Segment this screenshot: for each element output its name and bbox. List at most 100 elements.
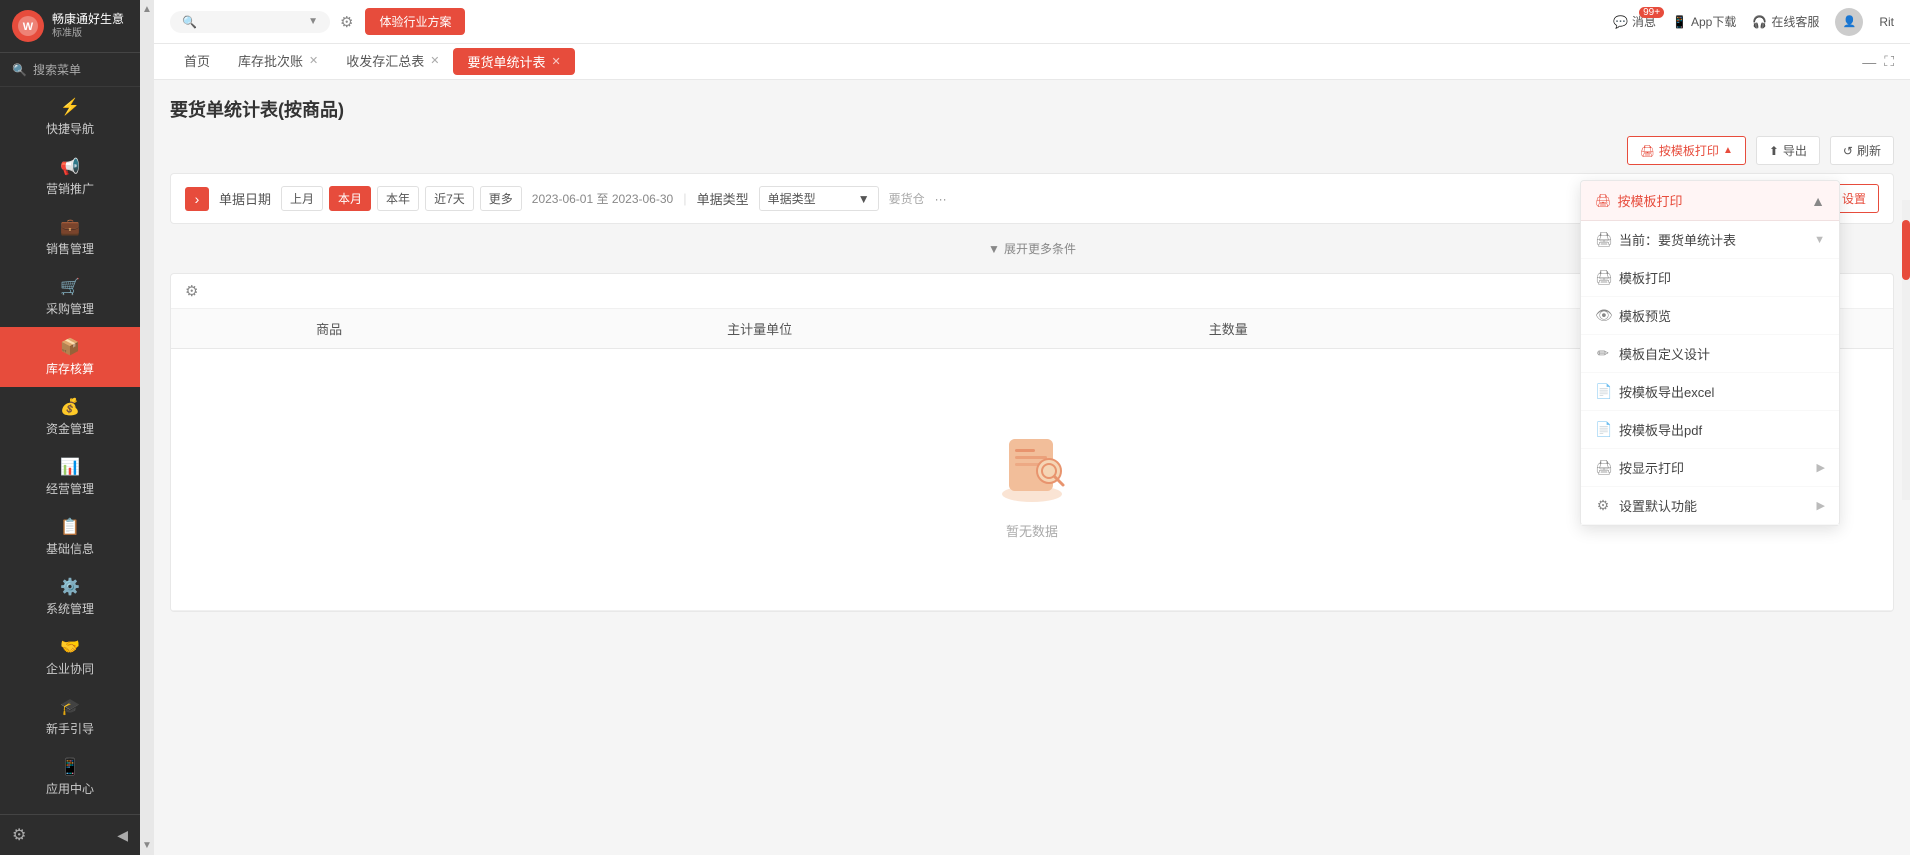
export-label: 导出 xyxy=(1783,142,1807,159)
svg-text:W: W xyxy=(23,21,34,33)
printer-dropdown-icon: 🖨 xyxy=(1595,193,1612,209)
sidebar: W 畅康通好生意 标准版 🔍 搜索菜单 ⚡ 快捷导航 📢 营销推广 💼 销售管理… xyxy=(0,0,140,855)
finance-label: 资金管理 xyxy=(46,420,94,437)
sidebar-item-new-guide[interactable]: 🎓 新手引导 xyxy=(0,687,140,747)
online-service-link[interactable]: 🎧 在线客服 xyxy=(1752,13,1819,30)
scroll-up-icon[interactable]: ▲ xyxy=(142,4,152,15)
filter-expand-button[interactable]: › xyxy=(185,187,209,211)
logo-brand-name: 畅康通好生意 xyxy=(52,12,124,28)
date-btn-last-month[interactable]: 上月 xyxy=(281,186,323,211)
sidebar-item-sales[interactable]: 💼 销售管理 xyxy=(0,207,140,267)
export-button[interactable]: ⬆ 导出 xyxy=(1756,136,1820,165)
header-gear-button[interactable]: ⚙ xyxy=(340,13,353,31)
dropdown-header: 🖨 按模板打印 ▲ xyxy=(1581,181,1839,221)
global-search-bar[interactable]: 🔍 ▼ xyxy=(170,11,330,33)
tab-order-stats-close[interactable]: ✕ xyxy=(552,55,561,68)
scroll-down-icon[interactable]: ▼ xyxy=(142,840,152,851)
search-bar-icon: 🔍 xyxy=(182,15,197,29)
search-icon: 🔍 xyxy=(12,63,27,77)
page-title: 要货单统计表(按商品) xyxy=(170,96,1894,122)
order-type-select[interactable]: 单据类型 ▼ xyxy=(759,186,879,211)
settings-footer-icon[interactable]: ⚙ xyxy=(12,825,26,845)
date-btn-this-month[interactable]: 本月 xyxy=(329,186,371,211)
app-download-link[interactable]: 📱 App下载 xyxy=(1672,13,1736,30)
tabs-bar: 首页 库存批次账 ✕ 收发存汇总表 ✕ 要货单统计表 ✕ — ⛶ xyxy=(154,44,1910,80)
dropdown-close-button[interactable]: ▲ xyxy=(1811,193,1825,209)
sidebar-item-wechat[interactable]: 💬 企业微信 xyxy=(0,807,140,814)
dropdown-item-set-default[interactable]: ⚙ 设置默认功能 ▶ xyxy=(1581,487,1839,525)
dropdown-current-template[interactable]: 🖨 当前：要货单统计表 ▼ xyxy=(1581,221,1839,259)
tab-order-stats[interactable]: 要货单统计表 ✕ xyxy=(453,48,574,75)
date-group: 上月 本月 本年 近7天 更多 xyxy=(281,186,522,211)
export-excel-icon: 📄 xyxy=(1595,383,1611,400)
app-center-icon: 📱 xyxy=(60,757,80,777)
current-template-chevron: ▼ xyxy=(1814,234,1825,246)
dropdown-item-display-print[interactable]: 🖨 按显示打印 ▶ xyxy=(1581,449,1839,487)
dropdown-item-template-print[interactable]: 🖨 模板打印 xyxy=(1581,259,1839,297)
sidebar-item-system[interactable]: ⚙️ 系统管理 xyxy=(0,567,140,627)
export-pdf-icon: 📄 xyxy=(1595,421,1611,438)
sidebar-item-inventory[interactable]: 📦 库存核算 xyxy=(0,327,140,387)
tab-maximize-icon[interactable]: ⛶ xyxy=(1884,53,1894,70)
user-avatar[interactable]: 👤 xyxy=(1835,8,1863,36)
tab-order-stats-label: 要货单统计表 xyxy=(467,52,545,71)
export-excel-label: 按模板导出excel xyxy=(1619,382,1714,401)
template-print-button[interactable]: 🖨 按模板打印 ▲ xyxy=(1627,136,1746,165)
trial-industry-button[interactable]: 体验行业方案 xyxy=(365,8,465,35)
expand-more-button[interactable]: ▼ 展开更多条件 xyxy=(972,234,1092,263)
refresh-icon: ↺ xyxy=(1843,144,1853,158)
user-name: Rit xyxy=(1879,15,1894,29)
empty-state-text: 暂无数据 xyxy=(1006,521,1058,540)
date-btn-7days[interactable]: 近7天 xyxy=(425,186,474,211)
date-btn-this-year[interactable]: 本年 xyxy=(377,186,419,211)
tab-home[interactable]: 首页 xyxy=(170,44,224,80)
refresh-button[interactable]: ↺ 刷新 xyxy=(1830,136,1894,165)
current-template-label: 当前：要货单统计表 xyxy=(1619,230,1736,249)
right-scrollbar[interactable] xyxy=(1902,200,1910,500)
finance-icon: 💰 xyxy=(60,397,80,417)
tab-inventory-batch-close[interactable]: ✕ xyxy=(309,54,318,67)
tab-receipt-summary-close[interactable]: ✕ xyxy=(430,54,439,67)
current-template-icon: 🖨 xyxy=(1595,231,1611,248)
sidebar-item-basic-info[interactable]: 📋 基础信息 xyxy=(0,507,140,567)
app-download-icon: 📱 xyxy=(1672,15,1687,29)
sidebar-item-purchase[interactable]: 🛒 采购管理 xyxy=(0,267,140,327)
sidebar-search-menu[interactable]: 🔍 搜索菜单 xyxy=(0,53,140,87)
empty-state-icon xyxy=(987,419,1077,509)
custom-design-label: 模板自定义设计 xyxy=(1619,344,1710,363)
display-print-chevron: ▶ xyxy=(1817,461,1825,474)
dropdown-item-template-preview[interactable]: 👁 模板预览 xyxy=(1581,297,1839,335)
logo-icon: W xyxy=(12,10,44,42)
dropdown-item-export-pdf[interactable]: 📄 按模板导出pdf xyxy=(1581,411,1839,449)
message-notification[interactable]: 💬 消息 99+ xyxy=(1613,13,1656,30)
dropdown-item-export-excel[interactable]: 📄 按模板导出excel xyxy=(1581,373,1839,411)
header-right: 💬 消息 99+ 📱 App下载 🎧 在线客服 👤 Rit xyxy=(1613,8,1894,36)
sidebar-item-finance[interactable]: 💰 资金管理 xyxy=(0,387,140,447)
system-label: 系统管理 xyxy=(46,600,94,617)
sidebar-footer: ⚙ ◀ xyxy=(0,814,140,855)
marketing-label: 营销推广 xyxy=(46,180,94,197)
top-header: 🔍 ▼ ⚙ 体验行业方案 💬 消息 99+ 📱 App下载 🎧 在线客服 xyxy=(154,0,1910,44)
inventory-icon: 📦 xyxy=(60,337,80,357)
sidebar-item-quick-nav[interactable]: ⚡ 快捷导航 xyxy=(0,87,140,147)
top-action-bar: 🖨 按模板打印 ▲ ⬆ 导出 ↺ 刷新 xyxy=(170,136,1894,165)
tab-inventory-batch[interactable]: 库存批次账 ✕ xyxy=(224,44,332,80)
sidebar-item-app-center[interactable]: 📱 应用中心 xyxy=(0,747,140,807)
template-print-label: 按模板打印 xyxy=(1659,142,1719,159)
date-btn-more[interactable]: 更多 xyxy=(480,186,522,211)
collapse-sidebar-icon[interactable]: ◀ xyxy=(117,827,128,844)
sidebar-item-operations[interactable]: 📊 经营管理 xyxy=(0,447,140,507)
template-preview-icon: 👁 xyxy=(1595,307,1611,324)
col-header-unit: 主计量单位 xyxy=(487,309,1032,349)
operations-icon: 📊 xyxy=(60,457,80,477)
tab-minimize-icon[interactable]: — xyxy=(1862,54,1876,70)
sidebar-item-enterprise[interactable]: 🤝 企业协同 xyxy=(0,627,140,687)
inventory-label: 库存核算 xyxy=(46,360,94,377)
sidebar-item-marketing[interactable]: 📢 营销推广 xyxy=(0,147,140,207)
header-left: 🔍 ▼ ⚙ 体验行业方案 xyxy=(170,8,1613,35)
sales-label: 销售管理 xyxy=(46,240,94,257)
col-header-quantity: 主数量 xyxy=(1032,309,1424,349)
tab-receipt-summary[interactable]: 收发存汇总表 ✕ xyxy=(332,44,453,80)
table-settings-icon[interactable]: ⚙ xyxy=(185,282,198,300)
dropdown-item-custom-design[interactable]: ✏ 模板自定义设计 xyxy=(1581,335,1839,373)
